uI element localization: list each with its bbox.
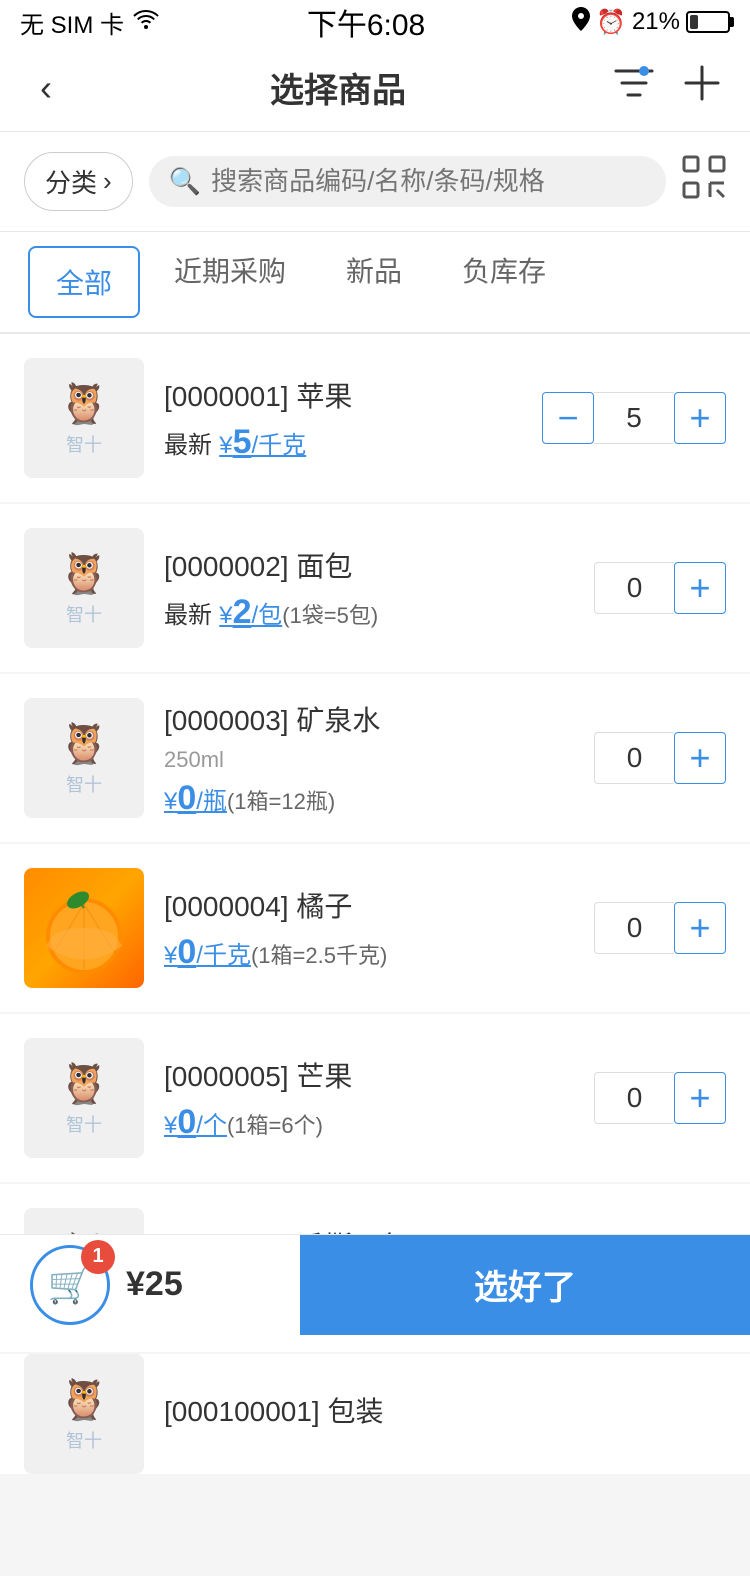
qty-input[interactable] (594, 902, 674, 954)
product-thumb: 🦉 智十 (24, 1354, 144, 1474)
tab-new[interactable]: 新品 (316, 232, 432, 332)
list-item: 🦉 智十 [000100001] 包装 (0, 1354, 750, 1474)
qty-input[interactable] (594, 732, 674, 784)
list-item: 🦉 智十 [0000001] 苹果 最新 ¥5/千克 − + (0, 334, 750, 502)
bottom-bar: 🛒 1 ¥25 选好了 (0, 1234, 750, 1334)
list-item: 🦉 智十 [0000005] 芒果 ¥0/个(1箱=6个) + (0, 1014, 750, 1182)
product-info: [0000001] 苹果 最新 ¥5/千克 (164, 375, 542, 462)
product-info: [0000004] 橘子 ¥0/千克(1箱=2.5千克) (164, 885, 594, 972)
filter-icon[interactable] (614, 65, 654, 111)
product-thumb: 🦉 智十 (24, 1038, 144, 1158)
qty-control: + (594, 1072, 726, 1124)
owl-icon: 🦉 (59, 720, 109, 767)
product-price: 最新 ¥5/千克 (164, 423, 542, 462)
status-time: 下午6:08 (307, 0, 425, 44)
product-name: [000100001] 包装 (164, 1390, 726, 1430)
page-title: 选择商品 (270, 63, 406, 112)
product-name: [0000002] 面包 (164, 545, 594, 585)
product-thumb: 🦉 智十 (24, 528, 144, 648)
qty-control: − + (542, 392, 726, 444)
category-button[interactable]: 分类 › (24, 152, 133, 211)
qty-control: + (594, 902, 726, 954)
increase-button[interactable]: + (674, 732, 726, 784)
confirm-button[interactable]: 选好了 (300, 1235, 750, 1335)
product-info: [0000002] 面包 最新 ¥2/包(1袋=5包) (164, 545, 594, 632)
category-arrow: › (103, 166, 112, 197)
category-label: 分类 (45, 163, 97, 200)
status-bar: 无 SIM 卡 下午6:08 ⏰ 21% (0, 0, 750, 44)
product-info: [0000003] 矿泉水 250ml ¥0/瓶(1箱=12瓶) (164, 699, 594, 818)
cart-area: 🛒 1 ¥25 (0, 1245, 300, 1325)
product-name: [0000005] 芒果 (164, 1055, 594, 1095)
battery-percentage: 21% (632, 8, 680, 36)
search-input[interactable] (211, 166, 646, 197)
back-button[interactable]: ‹ (30, 57, 62, 119)
nav-bar: ‹ 选择商品 (0, 44, 750, 132)
increase-button[interactable]: + (674, 1072, 726, 1124)
list-item: 🦉 智十 [0000003] 矿泉水 250ml ¥0/瓶(1箱=12瓶) + (0, 674, 750, 842)
product-name: [0000003] 矿泉水 (164, 699, 594, 739)
cart-icon: 🛒 (48, 1264, 93, 1306)
search-box: 🔍 (149, 156, 666, 207)
decrease-button[interactable]: − (542, 392, 594, 444)
product-price: ¥0/瓶(1箱=12瓶) (164, 779, 594, 818)
list-item: [0000004] 橘子 ¥0/千克(1箱=2.5千克) + (0, 844, 750, 1012)
increase-button[interactable]: + (674, 392, 726, 444)
product-price: ¥0/个(1箱=6个) (164, 1103, 594, 1142)
carrier-text: 无 SIM 卡 (20, 5, 124, 40)
status-carrier: 无 SIM 卡 (20, 5, 160, 40)
orange-image (24, 868, 144, 988)
tab-recent[interactable]: 近期采购 (144, 232, 316, 332)
alarm-icon: ⏰ (596, 8, 626, 37)
product-name: [0000001] 苹果 (164, 375, 542, 415)
cart-total: ¥25 (126, 1265, 183, 1304)
tab-bar: 全部 近期采购 新品 负库存 (0, 232, 750, 334)
product-thumb: 🦉 智十 (24, 358, 144, 478)
product-spec: 250ml (164, 747, 594, 773)
tab-negative[interactable]: 负库存 (432, 232, 576, 332)
wifi-icon (132, 8, 160, 36)
qty-control: + (594, 732, 726, 784)
qty-input[interactable] (594, 392, 674, 444)
product-info: [0000005] 芒果 ¥0/个(1箱=6个) (164, 1055, 594, 1142)
owl-icon: 🦉 (59, 1060, 109, 1107)
add-icon[interactable] (684, 65, 720, 111)
owl-icon: 🦉 (59, 380, 109, 427)
list-item: 🦉 智十 [0000002] 面包 最新 ¥2/包(1袋=5包) + (0, 504, 750, 672)
nav-actions (614, 65, 720, 111)
product-info: [000100001] 包装 (164, 1390, 726, 1438)
location-icon (572, 7, 590, 38)
increase-button[interactable]: + (674, 562, 726, 614)
qty-input[interactable] (594, 562, 674, 614)
product-thumb: 🦉 智十 (24, 698, 144, 818)
qty-input[interactable] (594, 1072, 674, 1124)
product-price: 最新 ¥2/包(1袋=5包) (164, 593, 594, 632)
battery-icon (686, 11, 730, 33)
filter-bar: 分类 › 🔍 (0, 132, 750, 232)
increase-button[interactable]: + (674, 902, 726, 954)
scan-icon[interactable] (682, 155, 726, 209)
owl-icon: 🦉 (59, 550, 109, 597)
cart-badge: 1 (81, 1240, 115, 1274)
search-icon: 🔍 (169, 166, 201, 197)
qty-control: + (594, 562, 726, 614)
product-name: [0000004] 橘子 (164, 885, 594, 925)
tab-all[interactable]: 全部 (28, 246, 140, 318)
status-info: ⏰ 21% (572, 7, 730, 38)
product-thumb (24, 868, 144, 988)
product-price: ¥0/千克(1箱=2.5千克) (164, 933, 594, 972)
cart-button[interactable]: 🛒 1 (30, 1245, 110, 1325)
owl-icon: 🦉 (59, 1376, 109, 1423)
